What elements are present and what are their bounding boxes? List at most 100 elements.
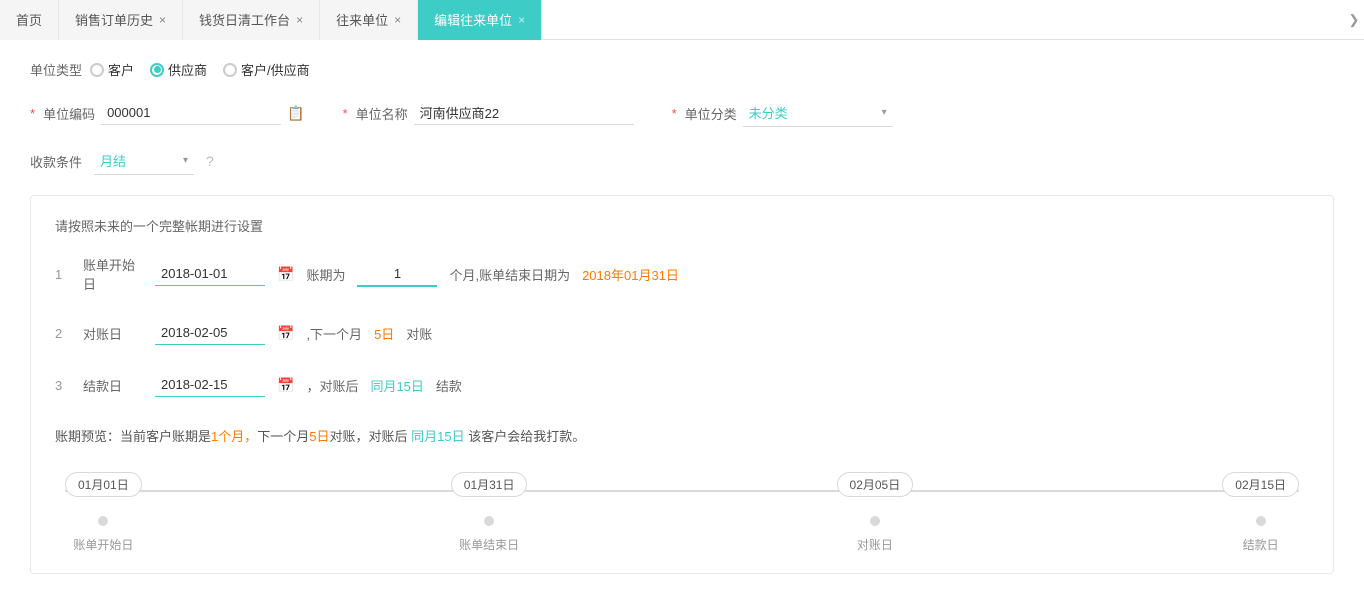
section-title: 请按照未来的一个完整帐期进行设置 — [55, 216, 1309, 235]
row-3-calendar-icon[interactable]: 📅 — [277, 377, 294, 394]
tab-home[interactable]: 首页 — [0, 0, 59, 40]
unit-name-label: 单位名称 — [356, 104, 408, 123]
timeline-point-3: 02月15日 结款日 — [1222, 472, 1299, 553]
tab-home-label: 首页 — [16, 10, 42, 29]
row-2-suffix-pre: ,下一个月 — [306, 324, 362, 343]
row-1-num: 1 — [55, 267, 71, 282]
section-row-2: 2 对账日 📅 ,下一个月 5日 对账 — [55, 321, 1309, 345]
unit-code-input[interactable] — [101, 101, 281, 125]
row-1-date-input[interactable] — [155, 262, 265, 286]
tab-cash-workbench[interactable]: 钱货日清工作台 × — [183, 0, 320, 40]
tab-sales-history-close[interactable]: × — [159, 13, 166, 27]
preview-prefix: 账期预览：当前客户账期是 — [55, 429, 211, 444]
unit-code-label: 单位编码 — [43, 104, 95, 123]
tl-dot-0 — [98, 516, 108, 526]
preview-highlight3: 同月15日 — [411, 429, 464, 444]
preview-highlight2: 5日 — [309, 429, 329, 444]
preview-suffix: 该客户会给我打款。 — [468, 429, 585, 444]
tab-sales-history[interactable]: 销售订单历史 × — [59, 0, 183, 40]
tab-nav-arrow[interactable]: ❯ — [1344, 12, 1364, 28]
radio-customer[interactable]: 客户 — [90, 60, 134, 79]
unit-category-value: 未分类 — [749, 103, 878, 122]
row-1-period-end-date: 2018年01月31日 — [582, 265, 679, 284]
row-2-key: 对账日 — [83, 324, 143, 343]
row-3-suffix-pre: ，对账后 — [306, 376, 358, 395]
tab-partner-units-close[interactable]: × — [394, 13, 401, 27]
unit-code-star: * — [30, 106, 35, 121]
preview-highlight1: 1个月， — [211, 429, 257, 444]
row-2-suffix-post: 对账 — [406, 324, 432, 343]
row-3-suffix-highlight: 同月15日 — [370, 376, 423, 395]
radio-customer-circle — [90, 63, 104, 77]
payment-terms-value: 月结 — [100, 151, 179, 170]
payment-terms-label: 收款条件 — [30, 152, 82, 171]
tabs-bar: 首页 销售订单历史 × 钱货日清工作台 × 往来单位 × 编辑往来单位 × ❯ — [0, 0, 1364, 40]
tl-label-3: 02月15日 — [1222, 472, 1299, 497]
radio-both-circle — [223, 63, 237, 77]
row-2-calendar-icon[interactable]: 📅 — [277, 325, 294, 342]
section-box: 请按照未来的一个完整帐期进行设置 1 账单开始日 📅 账期为 个月,账单结束日期… — [30, 195, 1334, 574]
tl-desc-0: 账单开始日 — [73, 536, 133, 553]
timeline-points: 01月01日 账单开始日 01月31日 账单结束日 02月05日 对账日 — [65, 472, 1299, 553]
row-3-date-input[interactable] — [155, 373, 265, 397]
row-3-key: 结款日 — [83, 376, 143, 395]
main-content: 单位类型 客户 供应商 客户/供应商 * 单位编码 📋 * 单位名称 — [0, 40, 1364, 614]
timeline-point-1: 01月31日 账单结束日 — [451, 472, 528, 553]
timeline-point-0: 01月01日 账单开始日 — [65, 472, 142, 553]
tl-dot-1 — [484, 516, 494, 526]
unit-type-label: 单位类型 — [30, 60, 82, 79]
row-2-num: 2 — [55, 326, 71, 341]
row-3-suffix-post: 结款 — [436, 376, 462, 395]
tl-desc-1: 账单结束日 — [459, 536, 519, 553]
payment-terms-select[interactable]: 月结 ▾ — [94, 147, 194, 175]
unit-category-group: * 单位分类 未分类 ▾ — [672, 99, 893, 127]
tab-partner-units-label: 往来单位 — [336, 10, 388, 29]
unit-name-group: * 单位名称 — [343, 101, 634, 125]
payment-terms-chevron-icon: ▾ — [183, 155, 188, 166]
radio-customer-label: 客户 — [108, 60, 134, 79]
tl-dot-2 — [870, 516, 880, 526]
row-2-suffix-highlight: 5日 — [374, 324, 394, 343]
unit-info-row: * 单位编码 📋 * 单位名称 * 单位分类 未分类 ▾ — [30, 99, 1334, 127]
row-1-calendar-icon[interactable]: 📅 — [277, 266, 294, 283]
section-row-1: 1 账单开始日 📅 账期为 个月,账单结束日期为 2018年01月31日 — [55, 255, 1309, 293]
row-2-date-input[interactable] — [155, 321, 265, 345]
tl-desc-3: 结款日 — [1243, 536, 1279, 553]
radio-supplier[interactable]: 供应商 — [150, 60, 207, 79]
unit-code-calendar-icon[interactable]: 📋 — [287, 105, 304, 122]
unit-code-group: * 单位编码 📋 — [30, 101, 305, 125]
unit-category-chevron-icon: ▾ — [882, 107, 887, 118]
tab-cash-workbench-close[interactable]: × — [296, 13, 303, 27]
radio-group-unit-type: 客户 供应商 客户/供应商 — [90, 60, 310, 79]
preview-middle1: 下一个月 — [257, 429, 309, 444]
tab-edit-partner[interactable]: 编辑往来单位 × — [418, 0, 542, 40]
tl-label-1: 01月31日 — [451, 472, 528, 497]
row-1-period-input[interactable] — [357, 262, 437, 287]
radio-supplier-circle — [150, 63, 164, 77]
tl-label-2: 02月05日 — [837, 472, 914, 497]
timeline-point-2: 02月05日 对账日 — [837, 472, 914, 553]
radio-both[interactable]: 客户/供应商 — [223, 60, 310, 79]
help-icon[interactable]: ? — [206, 153, 214, 169]
section-row-3: 3 结款日 📅 ，对账后同月15日 结款 — [55, 373, 1309, 397]
tl-desc-2: 对账日 — [857, 536, 893, 553]
tab-partner-units[interactable]: 往来单位 × — [320, 0, 418, 40]
unit-category-label: 单位分类 — [685, 104, 737, 123]
tab-edit-partner-close[interactable]: × — [518, 13, 525, 27]
unit-type-row: 单位类型 客户 供应商 客户/供应商 — [30, 60, 1334, 79]
unit-name-input[interactable] — [414, 101, 634, 125]
preview-middle2: 对账，对账后 — [330, 429, 408, 444]
row-1-key: 账单开始日 — [83, 255, 143, 293]
tl-label-0: 01月01日 — [65, 472, 142, 497]
preview-text: 账期预览：当前客户账期是1个月，下一个月5日对账，对账后 同月15日 该客户会给… — [55, 425, 1309, 448]
timeline-wrapper: 01月01日 账单开始日 01月31日 账单结束日 02月05日 对账日 — [55, 472, 1309, 553]
row-1-period-label: 账期为 — [306, 265, 345, 284]
tab-sales-history-label: 销售订单历史 — [75, 10, 153, 29]
unit-name-star: * — [343, 106, 348, 121]
radio-supplier-label: 供应商 — [168, 60, 207, 79]
unit-category-select[interactable]: 未分类 ▾ — [743, 99, 893, 127]
radio-both-label: 客户/供应商 — [241, 60, 310, 79]
tab-cash-workbench-label: 钱货日清工作台 — [199, 10, 290, 29]
tl-dot-3 — [1256, 516, 1266, 526]
payment-terms-row: 收款条件 月结 ▾ ? — [30, 147, 1334, 175]
